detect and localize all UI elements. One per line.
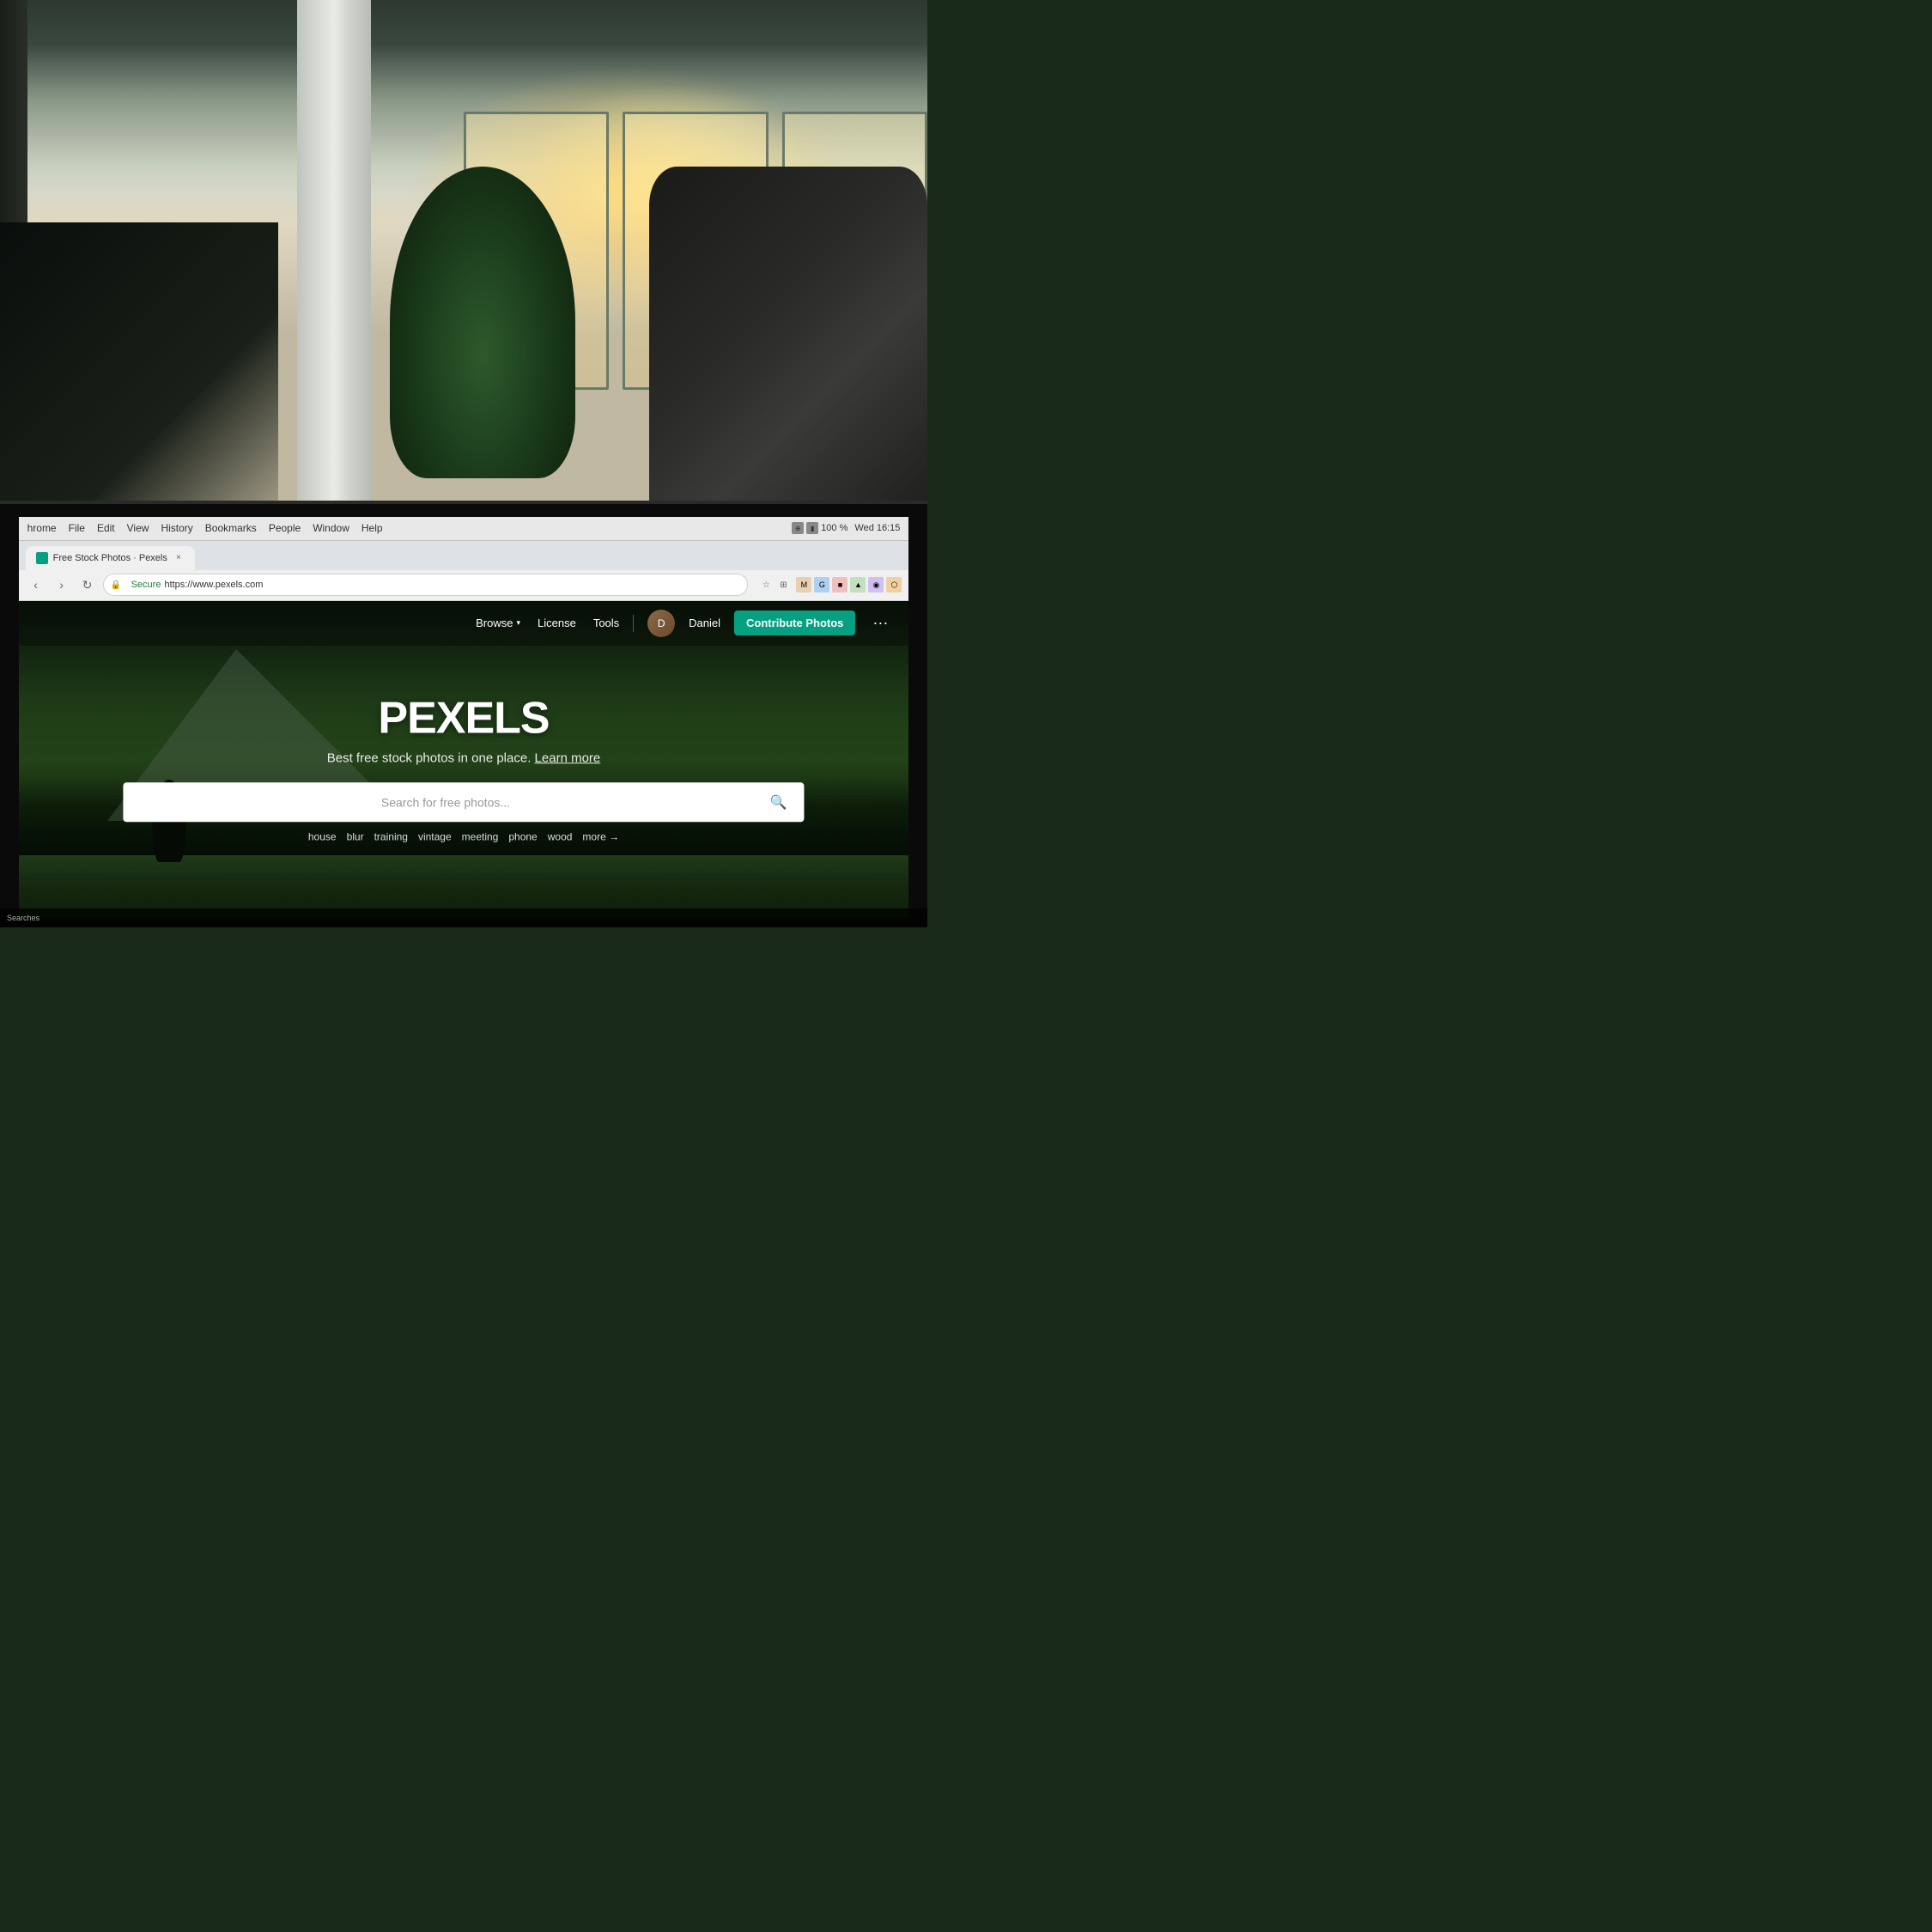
monitor-bezel: hrome File Edit View History Bookmarks P… xyxy=(0,501,927,927)
url-text: https://www.pexels.com xyxy=(164,580,263,590)
tag-meeting[interactable]: meeting xyxy=(462,830,499,842)
tag-phone[interactable]: phone xyxy=(508,830,537,842)
nav-license[interactable]: License xyxy=(538,617,576,629)
tab-favicon xyxy=(36,552,48,564)
address-bar: ‹ › ↻ 🔒 Secure https://www.pexels.com ☆ … xyxy=(19,570,909,601)
tab-title: Free Stock Photos · Pexels xyxy=(53,553,167,563)
tag-training[interactable]: training xyxy=(374,830,408,842)
ext-icon-2[interactable]: G xyxy=(814,577,829,592)
menu-bar: hrome File Edit View History Bookmarks P… xyxy=(27,522,383,534)
more-options-button[interactable]: ··· xyxy=(869,614,891,632)
secure-label: Secure xyxy=(131,580,161,590)
battery-percent: 100 % xyxy=(821,523,848,533)
back-button[interactable]: ‹ xyxy=(26,574,46,595)
nav-divider xyxy=(633,615,634,632)
tabs-bar: Free Stock Photos · Pexels × xyxy=(19,541,909,570)
browse-label: Browse xyxy=(476,617,513,629)
address-right-icons: ☆ ⊞ xyxy=(758,577,791,592)
browser-window: hrome File Edit View History Bookmarks P… xyxy=(19,517,909,919)
tab-close-button[interactable]: × xyxy=(173,552,185,564)
battery-icon: ▮ xyxy=(806,522,818,534)
user-avatar[interactable]: D xyxy=(647,610,675,637)
pexels-subtitle: Best free stock photos in one place. Lea… xyxy=(63,750,864,765)
tag-wood[interactable]: wood xyxy=(548,830,573,842)
pexels-hero-section: Browse ▾ License Tools D Daniel Contribu… xyxy=(19,601,909,919)
lock-icon: 🔒 xyxy=(111,580,121,590)
menu-history[interactable]: History xyxy=(161,522,192,534)
system-status-icons: ⊕ ▮ 100 % xyxy=(792,522,848,534)
taskbar: Searches xyxy=(0,908,927,927)
ext-icon-3[interactable]: ■ xyxy=(832,577,848,592)
hero-content: PEXELS Best free stock photos in one pla… xyxy=(63,692,864,842)
clock-display: Wed 16:15 xyxy=(854,523,900,533)
browser-titlebar: hrome File Edit View History Bookmarks P… xyxy=(19,517,909,541)
url-input[interactable]: 🔒 Secure https://www.pexels.com xyxy=(103,574,749,596)
pexels-title: PEXELS xyxy=(63,692,864,744)
menu-edit[interactable]: Edit xyxy=(97,522,115,534)
menu-people[interactable]: People xyxy=(269,522,301,534)
extensions-icon[interactable]: ⊞ xyxy=(775,577,791,592)
refresh-button[interactable]: ↻ xyxy=(77,574,98,595)
ext-icon-1[interactable]: M xyxy=(796,577,811,592)
wifi-icon: ⊕ xyxy=(792,522,804,534)
forward-button[interactable]: › xyxy=(52,574,72,595)
user-name: Daniel xyxy=(689,617,720,629)
more-tags-link[interactable]: more → xyxy=(582,830,619,842)
tag-blur[interactable]: blur xyxy=(347,830,364,842)
subtitle-text: Best free stock photos in one place. xyxy=(327,750,532,765)
website-content: Browse ▾ License Tools D Daniel Contribu… xyxy=(19,601,909,919)
pexels-navbar: Browse ▾ License Tools D Daniel Contribu… xyxy=(19,601,909,646)
search-tags: house blur training vintage meeting phon… xyxy=(63,830,864,842)
monitor-screen: hrome File Edit View History Bookmarks P… xyxy=(19,517,909,919)
search-box[interactable]: Search for free photos... 🔍 xyxy=(123,782,804,822)
learn-more-link[interactable]: Learn more xyxy=(535,750,601,765)
search-icon[interactable]: 🔍 xyxy=(765,788,793,816)
menu-view[interactable]: View xyxy=(127,522,149,534)
menu-chrome[interactable]: hrome xyxy=(27,522,57,534)
contribute-photos-button[interactable]: Contribute Photos xyxy=(734,611,855,635)
nav-browse[interactable]: Browse ▾ xyxy=(476,617,520,629)
pillar-column xyxy=(297,0,371,556)
ext-icon-5[interactable]: ◉ xyxy=(868,577,884,592)
menu-bookmarks[interactable]: Bookmarks xyxy=(205,522,257,534)
plant-decoration xyxy=(390,167,575,556)
office-background xyxy=(0,0,927,556)
ext-icon-6[interactable]: ⬡ xyxy=(886,577,902,592)
extension-icons-row: M G ■ ▲ ◉ ⬡ xyxy=(796,577,902,592)
browse-dropdown-icon: ▾ xyxy=(516,618,520,628)
ext-icon-4[interactable]: ▲ xyxy=(850,577,866,592)
office-chair xyxy=(649,167,927,556)
titlebar-left: hrome File Edit View History Bookmarks P… xyxy=(27,522,793,534)
search-input[interactable]: Search for free photos... xyxy=(135,795,756,809)
menu-help[interactable]: Help xyxy=(361,522,383,534)
nav-links: Browse ▾ License Tools xyxy=(476,617,619,629)
active-tab[interactable]: Free Stock Photos · Pexels × xyxy=(26,546,195,570)
titlebar-right: ⊕ ▮ 100 % Wed 16:15 xyxy=(792,522,900,534)
menu-window[interactable]: Window xyxy=(313,522,349,534)
tag-house[interactable]: house xyxy=(308,830,337,842)
menu-file[interactable]: File xyxy=(69,522,85,534)
nav-tools[interactable]: Tools xyxy=(593,617,619,629)
plant-leaves xyxy=(390,167,575,478)
tag-vintage[interactable]: vintage xyxy=(418,830,452,842)
taskbar-searches-label: Searches xyxy=(7,914,39,922)
bookmark-star-icon[interactable]: ☆ xyxy=(758,577,774,592)
